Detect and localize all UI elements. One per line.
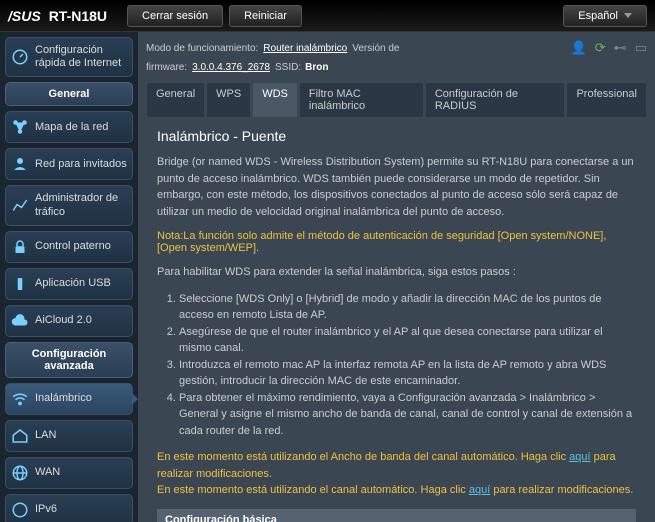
note-text: Nota:La función solo admite el método de…: [157, 230, 636, 254]
step-item: Seleccione [WDS Only] o [Hybrid] de modo…: [179, 291, 636, 324]
model-name: RT-N18U: [49, 8, 107, 24]
steps-intro: Para habilitar WDS para extender la seña…: [157, 264, 636, 281]
tab-macfilter[interactable]: Filtro MAC inalámbrico: [299, 82, 424, 117]
main-content: Modo de funcionamiento: Router inalámbri…: [138, 32, 655, 522]
wifi-icon: [11, 390, 29, 408]
globe-icon: [11, 464, 29, 482]
guest-icon: [11, 155, 29, 173]
sidebar-item-label: LAN: [35, 429, 56, 442]
step-item: Para obtener el máximo rendimiento, vaya…: [179, 390, 636, 440]
op-mode-label: Modo de funcionamiento:: [146, 43, 258, 54]
ssid-value: Bron: [305, 62, 328, 73]
cloud-icon: [11, 312, 29, 330]
quick-setup-button[interactable]: Configuración rápida de Internet: [5, 37, 133, 77]
device-icon: ▭: [635, 40, 647, 56]
sidebar-item-label: AiCloud 2.0: [35, 314, 92, 327]
gauge-icon: [11, 48, 29, 66]
sidebar-advanced-header: Configuración avanzada: [5, 342, 133, 378]
sidebar-item-label: IPv6: [35, 503, 57, 516]
brand-logo: /SUS: [8, 8, 41, 24]
sidebar: Configuración rápida de Internet General…: [0, 32, 138, 522]
sidebar-item-lan[interactable]: LAN: [5, 420, 133, 452]
status-icons: 👤 ⟳ ⊷ ▭: [571, 40, 647, 56]
sidebar-item-wan[interactable]: WAN: [5, 457, 133, 489]
refresh-icon: ⟳: [595, 40, 606, 56]
sidebar-general-header: General: [5, 82, 133, 106]
tab-radius[interactable]: Configuración de RADIUS: [425, 82, 566, 117]
modify-link[interactable]: aquí: [469, 484, 490, 496]
tab-wps[interactable]: WPS: [206, 82, 251, 117]
usb-status-icon: ⊷: [614, 40, 627, 56]
sidebar-item-guest[interactable]: Red para invitados: [5, 148, 133, 180]
sidebar-item-label: Administrador de tráfico: [35, 192, 127, 218]
step-item: Asegúrese de que el router inalámbrico y…: [179, 324, 636, 357]
network-icon: [11, 118, 29, 136]
sidebar-item-label: Aplicación USB: [35, 277, 111, 290]
sidebar-item-usb[interactable]: Aplicación USB: [5, 268, 133, 300]
home-icon: [11, 427, 29, 445]
ipv6-icon: [11, 501, 29, 519]
sidebar-item-parental[interactable]: Control paterno: [5, 231, 133, 263]
usb-icon: [11, 275, 29, 293]
version-label: Versión de: [352, 43, 399, 54]
chevron-down-icon: [624, 13, 632, 18]
current-bw-text: En este momento está utilizando el Ancho…: [157, 449, 636, 482]
tab-wds[interactable]: WDS: [252, 82, 298, 117]
intro-text: Bridge (or named WDS - Wireless Distribu…: [157, 154, 636, 220]
sidebar-item-networkmap[interactable]: Mapa de la red: [5, 111, 133, 143]
sidebar-item-label: Inalámbrico: [35, 392, 92, 405]
logout-button[interactable]: Cerrar sesión: [127, 5, 223, 27]
person-icon: 👤: [571, 40, 587, 56]
traffic-icon: [11, 197, 29, 215]
language-select[interactable]: Español: [563, 5, 647, 27]
sidebar-item-traffic[interactable]: Administrador de tráfico: [5, 185, 133, 225]
ssid-label: SSID:: [275, 62, 301, 73]
sidebar-item-label: Mapa de la red: [35, 121, 108, 134]
firmware-label: firmware:: [146, 62, 187, 73]
reboot-button[interactable]: Reiniciar: [229, 5, 302, 27]
step-item: Introduzca el remoto mac AP la interfaz …: [179, 357, 636, 390]
text: para realizar modificaciones.: [490, 484, 633, 496]
current-ch-text: En este momento está utilizando el canal…: [157, 482, 636, 499]
firmware-value[interactable]: 3.0.0.4.376_2678: [192, 62, 270, 73]
lock-icon: [11, 238, 29, 256]
page-title: Inalámbrico - Puente: [157, 128, 636, 144]
tab-general[interactable]: General: [146, 82, 205, 117]
sidebar-item-aicloud[interactable]: AiCloud 2.0: [5, 305, 133, 337]
sidebar-item-label: WAN: [35, 466, 60, 479]
tab-professional[interactable]: Professional: [566, 82, 647, 117]
sidebar-item-label: Control paterno: [35, 240, 111, 253]
sidebar-item-label: Red para invitados: [35, 158, 127, 171]
modify-link[interactable]: aquí: [569, 451, 590, 463]
steps-list: Seleccione [WDS Only] o [Hybrid] de modo…: [179, 291, 636, 440]
sidebar-item-ipv6[interactable]: IPv6: [5, 494, 133, 522]
op-mode-value[interactable]: Router inalámbrico: [263, 43, 347, 54]
basic-config-header: Configuración básica: [157, 509, 636, 522]
quick-setup-label: Configuración rápida de Internet: [35, 44, 127, 70]
sidebar-item-wireless[interactable]: Inalámbrico: [5, 383, 133, 415]
text: En este momento está utilizando el canal…: [157, 484, 469, 496]
text: En este momento está utilizando el Ancho…: [157, 451, 569, 463]
language-label: Español: [578, 10, 618, 22]
